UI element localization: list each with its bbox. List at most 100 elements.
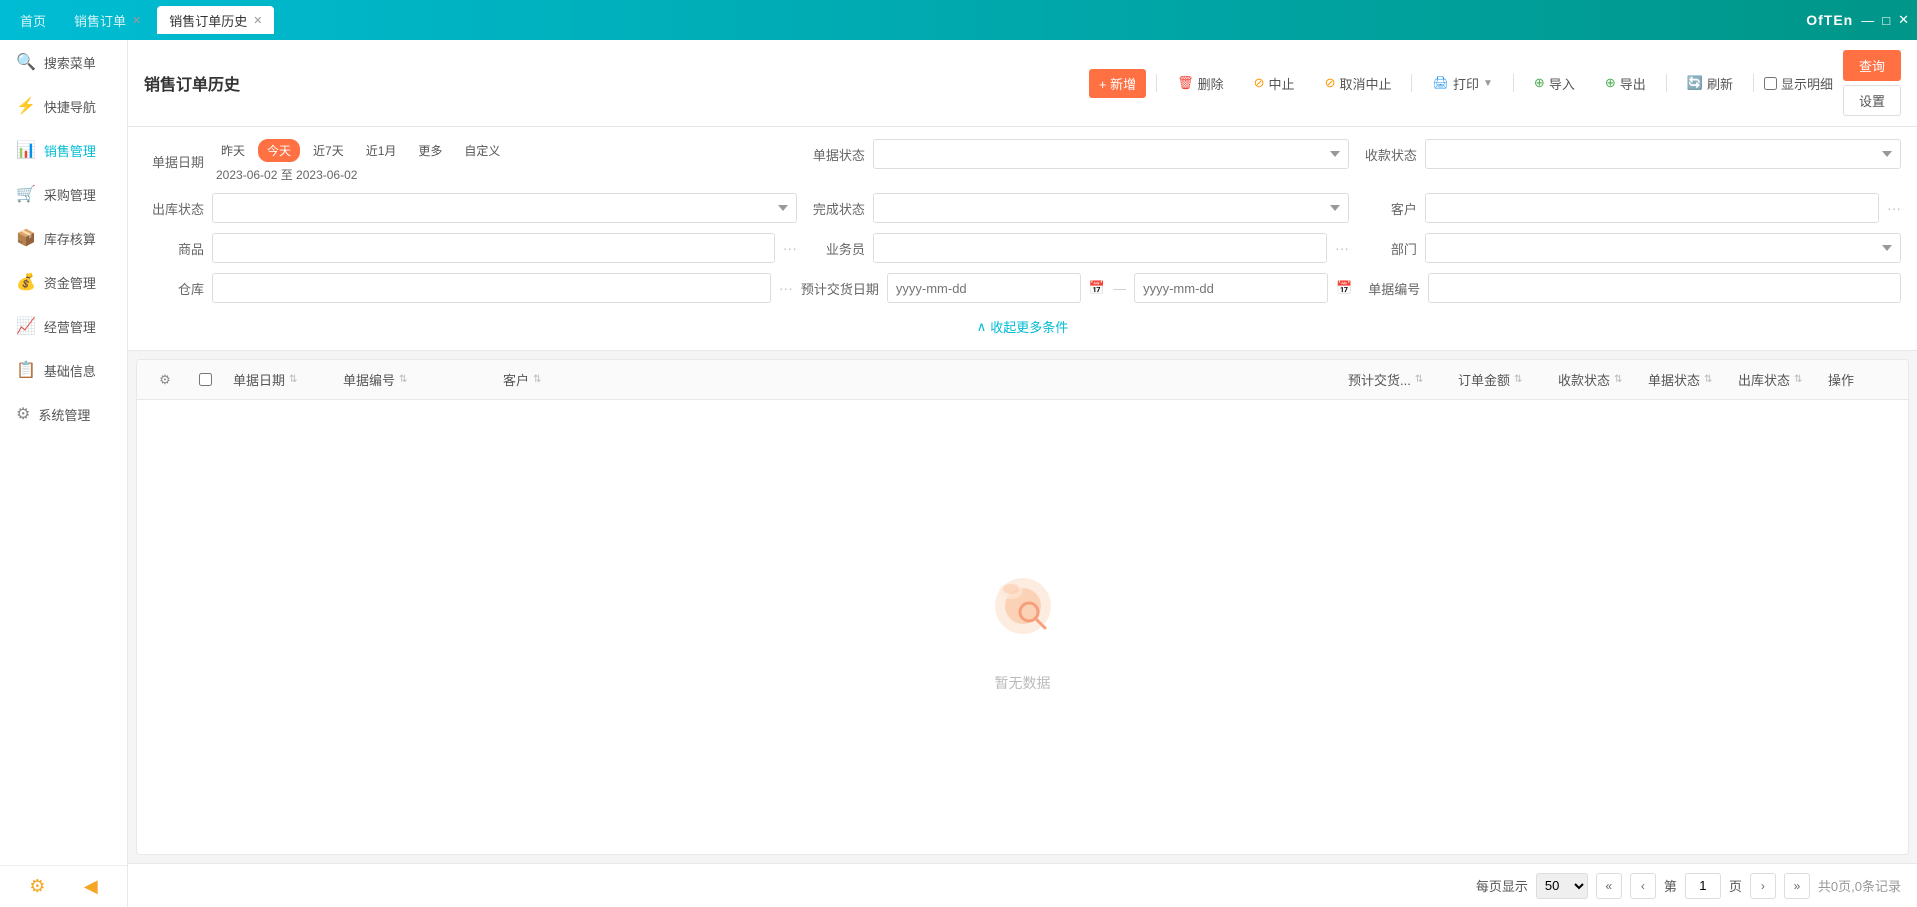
last-page-btn[interactable]: » <box>1784 873 1810 899</box>
pay-status-select[interactable] <box>1425 139 1901 169</box>
per-page-select[interactable]: 10 20 50 100 <box>1536 873 1588 899</box>
print-icon: 🖨 <box>1432 75 1449 91</box>
bill-no-input[interactable] <box>1428 273 1901 303</box>
delivery-end-input[interactable] <box>1134 273 1328 303</box>
col-bill-status[interactable]: 单据状态 ⇅ <box>1640 370 1730 389</box>
col-customer[interactable]: 客户 ⇅ <box>495 370 1340 389</box>
table-header: ⚙ 单据日期 ⇅ 单据编号 ⇅ 客户 ⇅ 预计交货... <box>137 360 1908 400</box>
delete-button[interactable]: 🗑 删除 <box>1167 69 1234 98</box>
col-out-status[interactable]: 出库状态 ⇅ <box>1730 370 1820 389</box>
sidebar-item-system[interactable]: ⚙ 系统管理 <box>0 392 127 436</box>
close-history-tab[interactable]: ✕ <box>253 14 262 27</box>
delivery-start-input[interactable] <box>887 273 1081 303</box>
goods-more-icon[interactable]: ··· <box>783 240 797 256</box>
show-detail-checkbox-wrap[interactable]: 显示明细 <box>1764 74 1833 93</box>
tab-sales-order-history[interactable]: 销售订单历史 ✕ <box>157 6 274 34</box>
col-customer-sort-icon: ⇅ <box>533 374 541 385</box>
select-all-checkbox[interactable] <box>199 373 212 386</box>
pill-last7[interactable]: 近7天 <box>304 139 353 162</box>
sidebar-label-sales: 销售管理 <box>44 141 96 160</box>
cancel-stop-icon: ⊘ <box>1325 75 1336 91</box>
query-button[interactable]: 查询 <box>1843 50 1901 81</box>
col-pay-status[interactable]: 收款状态 ⇅ <box>1550 370 1640 389</box>
pill-yesterday[interactable]: 昨天 <box>212 139 254 162</box>
col-amount[interactable]: 订单金额 ⇅ <box>1450 370 1550 389</box>
first-page-btn[interactable]: « <box>1596 873 1622 899</box>
warehouse-label: 仓库 <box>144 279 204 298</box>
minimize-btn[interactable]: — <box>1861 13 1874 28</box>
export-button[interactable]: ⊕ 导出 <box>1595 69 1656 98</box>
sidebar-item-quick-nav[interactable]: ⚡ 快捷导航 <box>0 84 127 128</box>
col-date-label: 单据日期 <box>233 370 285 389</box>
complete-status-select[interactable] <box>873 193 1349 223</box>
pagination: 每页显示 10 20 50 100 « ‹ 第 页 › » 共0页,0条记录 <box>128 863 1917 907</box>
warehouse-more-icon[interactable]: ··· <box>779 280 793 296</box>
table-settings-icon[interactable]: ⚙ <box>145 372 185 388</box>
collapse-sidebar-icon[interactable]: ◀ <box>84 876 98 897</box>
divider-1 <box>1156 74 1157 92</box>
sidebar: 🔍 搜索菜单 ⚡ 快捷导航 📊 销售管理 🛒 采购管理 📦 库存核算 💰 资金管… <box>0 40 128 907</box>
top-bar-right: OfTEn — □ ✕ <box>1806 12 1909 28</box>
sidebar-item-search-menu[interactable]: 🔍 搜索菜单 <box>0 40 127 84</box>
col-delivery[interactable]: 预计交货... ⇅ <box>1340 370 1450 389</box>
refresh-icon: 🔄 <box>1687 75 1703 91</box>
sidebar-item-finance[interactable]: 💰 资金管理 <box>0 260 127 304</box>
settings-bottom-icon[interactable]: ⚙ <box>29 876 45 897</box>
print-button[interactable]: 🖨 打印 ▼ <box>1422 69 1502 98</box>
col-no-sort-icon: ⇅ <box>399 374 407 385</box>
add-button[interactable]: + 新增 <box>1089 69 1146 98</box>
sidebar-item-operations[interactable]: 📈 经营管理 <box>0 304 127 348</box>
next-page-btn[interactable]: › <box>1750 873 1776 899</box>
pill-custom[interactable]: 自定义 <box>455 139 509 162</box>
close-sales-order-tab[interactable]: ✕ <box>132 14 141 27</box>
page-input[interactable] <box>1685 873 1721 899</box>
dept-select[interactable] <box>1425 233 1901 263</box>
refresh-label: 刷新 <box>1707 74 1733 93</box>
warehouse-input[interactable] <box>212 273 771 303</box>
table-select-all[interactable] <box>185 373 225 386</box>
import-button[interactable]: ⊕ 导入 <box>1524 69 1585 98</box>
customer-input[interactable] <box>1425 193 1879 223</box>
col-date[interactable]: 单据日期 ⇅ <box>225 370 335 389</box>
system-icon: ⚙ <box>16 404 30 424</box>
pill-today[interactable]: 今天 <box>258 139 300 162</box>
salesperson-input[interactable] <box>873 233 1327 263</box>
sidebar-bottom: ⚙ ◀ <box>0 865 127 907</box>
collapse-label: 收起更多条件 <box>990 317 1068 336</box>
col-no[interactable]: 单据编号 ⇅ <box>335 370 495 389</box>
sidebar-label-finance: 资金管理 <box>44 273 96 292</box>
out-status-select[interactable] <box>212 193 797 223</box>
show-detail-checkbox[interactable] <box>1764 77 1777 90</box>
tab-sales-order[interactable]: 销售订单 ✕ <box>62 6 153 34</box>
delivery-cal-end-icon[interactable]: 📅 <box>1336 280 1352 296</box>
sidebar-item-inventory[interactable]: 📦 库存核算 <box>0 216 127 260</box>
salesperson-more-icon[interactable]: ··· <box>1335 240 1349 256</box>
goods-input[interactable] <box>212 233 775 263</box>
close-window-btn[interactable]: ✕ <box>1898 12 1909 28</box>
sidebar-item-purchase[interactable]: 🛒 采购管理 <box>0 172 127 216</box>
page-header: 销售订单历史 + 新增 🗑 删除 ⊘ 中止 ⊘ 取消中止 <box>128 40 1917 127</box>
stop-button[interactable]: ⊘ 中止 <box>1244 69 1305 98</box>
empty-state: 暂无数据 <box>137 400 1908 854</box>
print-label: 打印 <box>1453 74 1479 93</box>
prev-page-btn[interactable]: ‹ <box>1630 873 1656 899</box>
tab-home-label: 首页 <box>20 11 46 30</box>
import-label: 导入 <box>1549 74 1575 93</box>
cancel-stop-button[interactable]: ⊘ 取消中止 <box>1315 69 1402 98</box>
main-layout: 🔍 搜索菜单 ⚡ 快捷导航 📊 销售管理 🛒 采购管理 📦 库存核算 💰 资金管… <box>0 40 1917 907</box>
customer-more-icon[interactable]: ··· <box>1887 200 1901 216</box>
pill-last1m[interactable]: 近1月 <box>357 139 406 162</box>
delete-label: 删除 <box>1198 74 1224 93</box>
sidebar-item-sales[interactable]: 📊 销售管理 <box>0 128 127 172</box>
col-pay-status-sort-icon: ⇅ <box>1614 374 1622 385</box>
refresh-button[interactable]: 🔄 刷新 <box>1677 69 1743 98</box>
pill-more[interactable]: 更多 <box>409 139 451 162</box>
maximize-btn[interactable]: □ <box>1882 13 1890 28</box>
sidebar-item-base-info[interactable]: 📋 基础信息 <box>0 348 127 392</box>
set-button[interactable]: 设置 <box>1843 85 1901 116</box>
bill-status-select[interactable] <box>873 139 1349 169</box>
tab-home[interactable]: 首页 <box>8 6 58 34</box>
delivery-cal-start-icon[interactable]: 📅 <box>1089 280 1105 296</box>
collapse-more-btn[interactable]: ∧ 收起更多条件 <box>144 311 1901 338</box>
col-pay-status-label: 收款状态 <box>1558 370 1610 389</box>
